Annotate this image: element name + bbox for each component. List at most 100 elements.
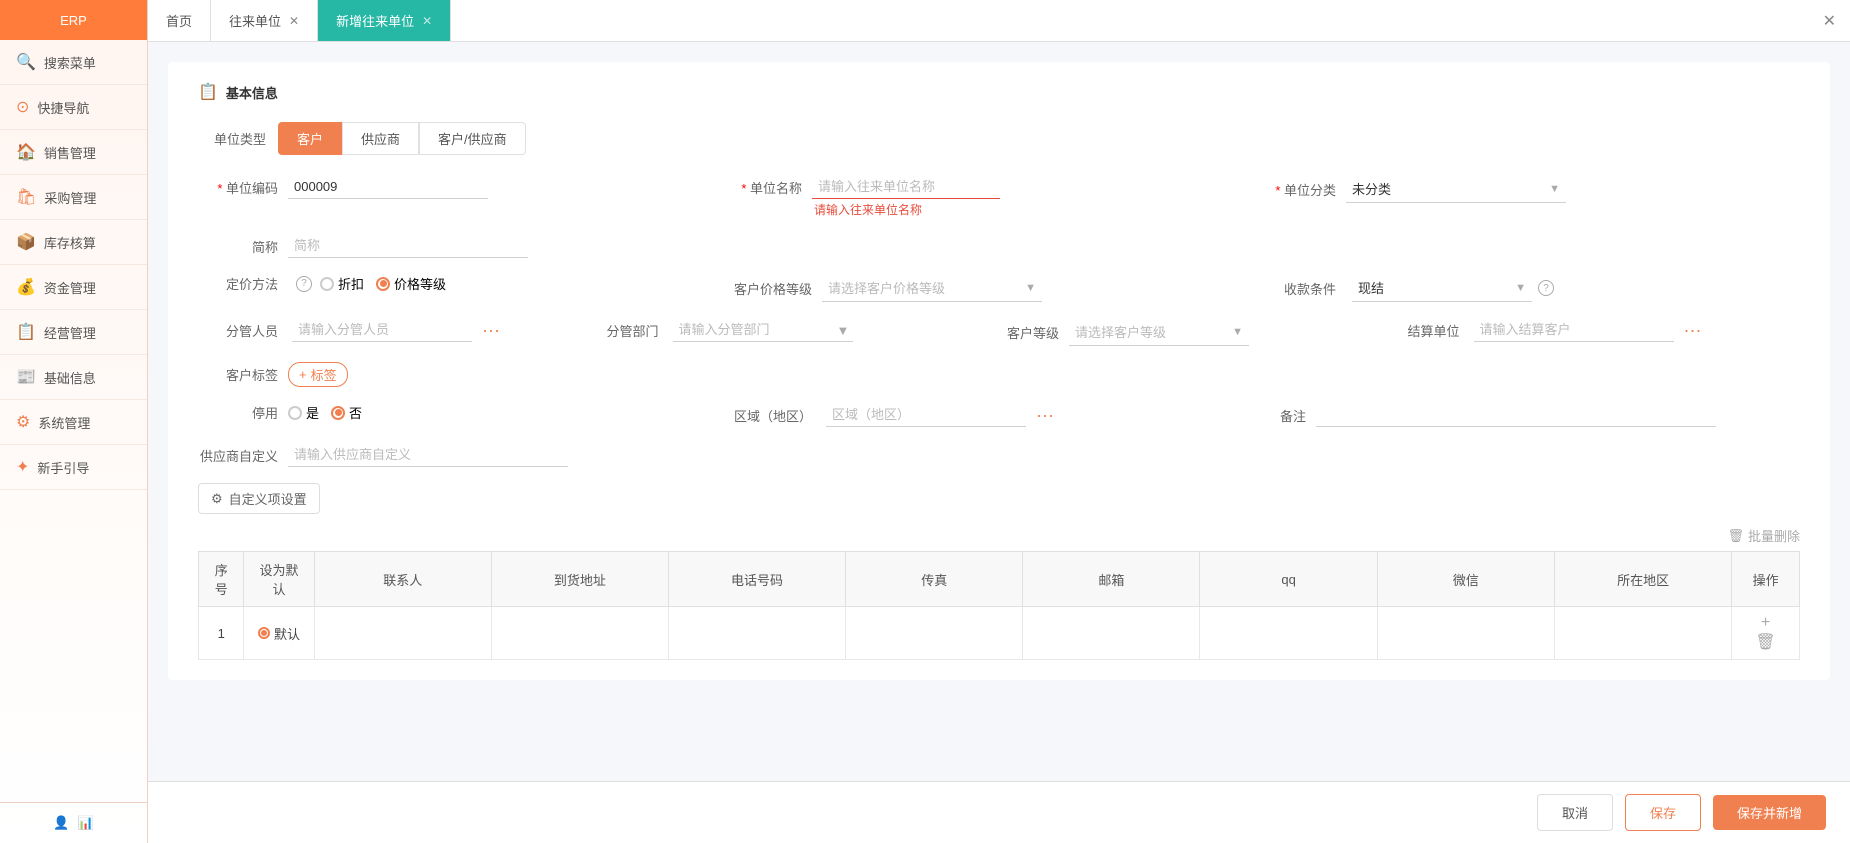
manager-input[interactable] — [292, 318, 472, 342]
payment-help-icon[interactable]: ? — [1538, 280, 1554, 296]
tab-home[interactable]: 首页 — [148, 0, 211, 41]
tab-partner[interactable]: 往来单位 ✕ — [211, 0, 318, 41]
contact-table: 序号 设为默认 联系人 到货地址 电话号码 传真 邮箱 qq 微信 所在地区 操… — [198, 551, 1800, 660]
unit-code-input[interactable] — [288, 175, 488, 199]
cell-contact[interactable] — [314, 607, 491, 660]
customer-price-select[interactable]: 请选择客户价格等级 ▼ — [822, 274, 1042, 302]
doc-icon: 📰 — [16, 367, 36, 387]
form-row-3: 定价方法 ? 折扣 价格等级 — [198, 274, 1800, 302]
phone-input[interactable] — [679, 626, 835, 641]
settlement-dots-btn[interactable]: ··· — [1678, 319, 1708, 341]
radio-yes[interactable]: 是 — [288, 403, 319, 422]
cell-phone[interactable] — [668, 607, 845, 660]
form-row-2: 简称 — [198, 234, 1800, 258]
region-dots-btn[interactable]: ··· — [1030, 404, 1060, 426]
radio-no[interactable]: 否 — [331, 403, 362, 422]
settlement-input[interactable] — [1474, 318, 1674, 342]
radio-grade[interactable]: 价格等级 — [376, 274, 446, 293]
close-partner-tab[interactable]: ✕ — [289, 14, 299, 28]
custom-settings-button[interactable]: ⚙ 自定义项设置 — [198, 483, 320, 514]
pricing-help-icon[interactable]: ? — [296, 276, 312, 292]
dept-input[interactable] — [673, 318, 853, 342]
sidebar-item-purchase[interactable]: 🛍 采购管理 — [0, 175, 147, 220]
sidebar-item-guide[interactable]: ✦ 新手引导 — [0, 445, 147, 490]
sidebar-item-finance[interactable]: 💰 资金管理 — [0, 265, 147, 310]
cell-qq[interactable] — [1200, 607, 1377, 660]
basic-info-card: 📋 基本信息 单位类型 客户 供应商 客户/供应商 单位编码 单位名称 — [168, 62, 1830, 680]
batch-icon: 🗑 — [1727, 528, 1744, 544]
cell-weixin[interactable] — [1377, 607, 1554, 660]
row-region-input[interactable] — [1565, 626, 1721, 641]
close-new-partner-tab[interactable]: ✕ — [422, 14, 432, 28]
address-input[interactable] — [502, 626, 658, 641]
table-header-row: 序号 设为默认 联系人 到货地址 电话号码 传真 邮箱 qq 微信 所在地区 操… — [199, 552, 1800, 607]
sidebar-item-inventory[interactable]: 📦 库存核算 — [0, 220, 147, 265]
save-new-button[interactable]: 保存并新增 — [1713, 795, 1826, 830]
sidebar-item-search[interactable]: 🔍 搜索菜单 — [0, 40, 147, 85]
add-row-button[interactable]: + — [1757, 614, 1774, 631]
main-area: 首页 往来单位 ✕ 新增往来单位 ✕ ✕ 📋 基本信息 单位类型 客户 供应商 … — [148, 0, 1850, 843]
section-title: 📋 基本信息 — [198, 82, 1800, 102]
type-btn-supplier[interactable]: 供应商 — [342, 122, 419, 155]
tab-new-partner[interactable]: 新增往来单位 ✕ — [318, 0, 451, 41]
qq-input[interactable] — [1210, 626, 1366, 641]
cell-action: + 🗑 — [1732, 607, 1800, 660]
dept-field: 分管部门 ▼ — [599, 318, 1000, 342]
sidebar-item-operation[interactable]: 📋 经营管理 — [0, 310, 147, 355]
cell-region[interactable] — [1555, 607, 1732, 660]
sidebar-item-label: 系统管理 — [38, 413, 90, 432]
cancel-button[interactable]: 取消 — [1537, 794, 1613, 831]
manager-dots-btn[interactable]: ··· — [476, 319, 506, 341]
form-row-4: 分管人员 ··· 分管部门 ▼ 客户等级 请选择客户等级 ▼ — [198, 318, 1800, 346]
sidebar-item-basic[interactable]: 📰 基础信息 — [0, 355, 147, 400]
remark-input[interactable] — [1316, 403, 1716, 427]
weixin-input[interactable] — [1388, 626, 1544, 641]
sidebar-item-label: 基础信息 — [44, 368, 96, 387]
col-seq: 序号 — [199, 552, 244, 607]
contact-input[interactable] — [325, 626, 481, 641]
abbreviation-input[interactable] — [288, 234, 528, 258]
customer-level-placeholder: 请选择客户等级 — [1075, 322, 1228, 341]
save-button[interactable]: 保存 — [1625, 794, 1701, 831]
sidebar-item-sales[interactable]: 🏠 销售管理 — [0, 130, 147, 175]
customer-level-select[interactable]: 请选择客户等级 ▼ — [1069, 318, 1249, 346]
sidebar-item-system[interactable]: ⚙ 系统管理 — [0, 400, 147, 445]
cell-fax[interactable] — [846, 607, 1023, 660]
supplier-custom-label: 供应商自定义 — [198, 446, 288, 465]
supplier-custom-input[interactable] — [288, 443, 568, 467]
region-input[interactable] — [826, 403, 1026, 427]
tag-btn-label: 标签 — [311, 365, 337, 384]
email-input[interactable] — [1033, 626, 1189, 641]
tab-bar: 首页 往来单位 ✕ 新增往来单位 ✕ ✕ — [148, 0, 1850, 42]
unit-name-input[interactable] — [812, 175, 1000, 199]
radio-grade-label: 价格等级 — [394, 274, 446, 293]
payment-condition-select[interactable]: 现结 ▼ — [1352, 274, 1532, 302]
payment-condition-label: 收款条件 — [1266, 279, 1346, 298]
region-label: 区域（地区） — [732, 406, 822, 425]
cell-email[interactable] — [1023, 607, 1200, 660]
type-btn-customer[interactable]: 客户 — [278, 122, 342, 155]
dept-label: 分管部门 — [599, 321, 669, 340]
unit-category-select[interactable]: 未分类 ▼ — [1346, 175, 1566, 203]
row-default-dot — [261, 630, 267, 636]
customer-price-placeholder: 请选择客户价格等级 — [828, 278, 1021, 297]
pricing-radio-group: 折扣 价格等级 — [320, 274, 446, 293]
fax-input[interactable] — [856, 626, 1012, 641]
col-default: 设为默认 — [244, 552, 314, 607]
sidebar-item-label: 库存核算 — [44, 233, 96, 252]
row-default-radio[interactable] — [258, 627, 270, 639]
form-row-6: 停用 是 否 区 — [198, 403, 1800, 427]
type-btn-both[interactable]: 客户/供应商 — [419, 122, 526, 155]
abbreviation-label: 简称 — [198, 237, 288, 256]
chevron-down-icon: ▼ — [1025, 282, 1036, 294]
tag-add-button[interactable]: + 标签 — [288, 362, 348, 387]
footer: 取消 保存 保存并新增 — [148, 781, 1850, 843]
cell-address[interactable] — [491, 607, 668, 660]
batch-delete-label[interactable]: 批量删除 — [1748, 526, 1800, 545]
radio-discount[interactable]: 折扣 — [320, 274, 364, 293]
sidebar-item-quicknav[interactable]: ⊙ 快捷导航 — [0, 85, 147, 130]
delete-row-button[interactable]: 🗑 — [1751, 634, 1779, 651]
disabled-label: 停用 — [198, 403, 288, 422]
close-all-tabs[interactable]: ✕ — [1809, 11, 1850, 31]
sidebar-logo: ERP — [0, 0, 147, 40]
